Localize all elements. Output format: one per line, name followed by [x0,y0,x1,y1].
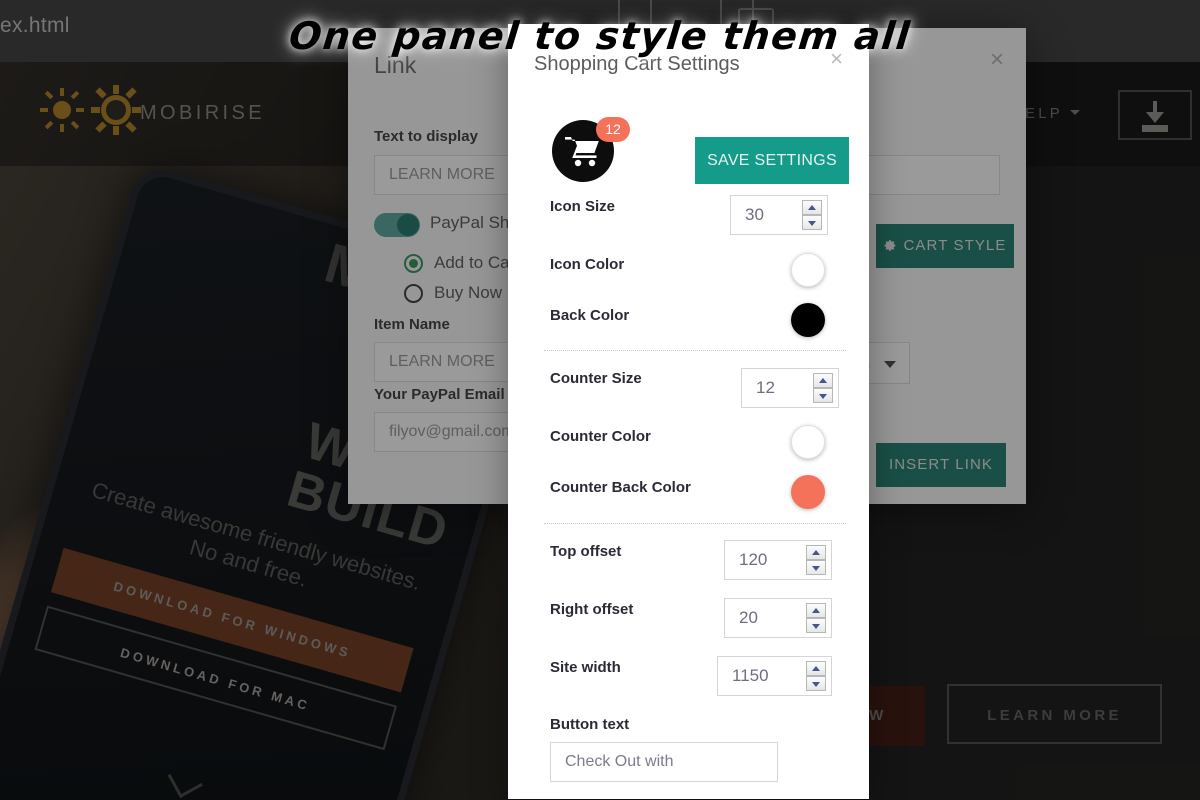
spinner-down-button[interactable] [806,676,826,691]
top-offset-value: 120 [739,550,768,569]
spinner-up-button[interactable] [813,373,833,388]
insert-link-label: INSERT LINK [888,456,994,473]
save-settings-button[interactable]: SAVE SETTINGS [695,137,849,184]
site-width-label: Site width [550,659,621,676]
counter-size-spinner[interactable]: 12 [741,368,839,408]
button-text-label: Button text [550,716,630,733]
cart-style-label: CART STYLE [903,237,1007,254]
chevron-down-icon [884,361,896,368]
right-offset-spinner[interactable]: 20 [724,598,832,638]
right-offset-value: 20 [739,608,758,627]
site-width-value: 1150 [732,666,769,685]
cart-style-button[interactable]: CART STYLE [876,224,1014,268]
spinner-up-button[interactable] [806,603,826,618]
spinner-buttons [806,603,826,634]
paypal-shop-toggle[interactable] [374,213,420,237]
spinner-buttons [813,373,833,404]
button-text-input[interactable]: Check Out with [550,742,778,782]
top-offset-label: Top offset [550,543,622,560]
counter-size-label: Counter Size [550,370,642,387]
screenshot-root: dex.html M MOB WEBS BUILD Create awesome [0,0,1200,800]
icon-color-label: Icon Color [550,256,625,273]
icon-size-spinner[interactable]: 30 [730,195,828,235]
spinner-down-button[interactable] [802,215,822,230]
spinner-down-button[interactable] [806,560,826,575]
gear-icon [884,240,895,251]
spinner-buttons [802,200,822,231]
radio-buy-now-label: Buy Now [434,283,503,302]
right-offset-label: Right offset [550,601,634,618]
toggle-knob [397,214,419,236]
divider-2 [544,523,846,524]
radio-buy-now[interactable]: Buy Now [404,283,502,303]
site-width-spinner[interactable]: 1150 [717,656,832,696]
spinner-up-button[interactable] [806,545,826,560]
spinner-up-button[interactable] [806,661,826,676]
counter-back-color-swatch[interactable] [791,475,825,509]
cart-badge-count: 12 [596,117,630,142]
icon-size-label: Icon Size [550,198,616,215]
spinner-up-button[interactable] [802,200,822,215]
back-color-swatch[interactable] [791,303,825,337]
overlay-caption: One panel to style them all [287,14,913,58]
counter-back-color-label: Counter Back Color [550,479,691,496]
radio-add-to-cart[interactable]: Add to Cart [404,253,520,273]
top-offset-spinner[interactable]: 120 [724,540,832,580]
spinner-down-button[interactable] [806,618,826,633]
radio-icon-selected [404,254,423,273]
icon-size-value: 30 [745,205,764,224]
spinner-down-button[interactable] [813,388,833,403]
paypal-email-label: Your PayPal Email [374,386,505,403]
insert-link-button[interactable]: INSERT LINK [876,443,1006,487]
shopping-cart-settings-panel: Shopping Cart Settings × 12 SAVE SETTING… [508,24,869,799]
divider-1 [544,350,846,351]
item-name-label: Item Name [374,316,450,333]
spinner-buttons [806,545,826,576]
icon-color-swatch[interactable] [791,253,825,287]
back-color-label: Back Color [550,307,630,324]
counter-size-value: 12 [756,378,775,397]
spinner-buttons [806,661,826,692]
counter-color-swatch[interactable] [791,425,825,459]
text-to-display-label: Text to display [374,128,478,145]
counter-color-label: Counter Color [550,428,651,445]
shopping-cart-icon [565,137,599,167]
radio-icon-unselected [404,284,423,303]
